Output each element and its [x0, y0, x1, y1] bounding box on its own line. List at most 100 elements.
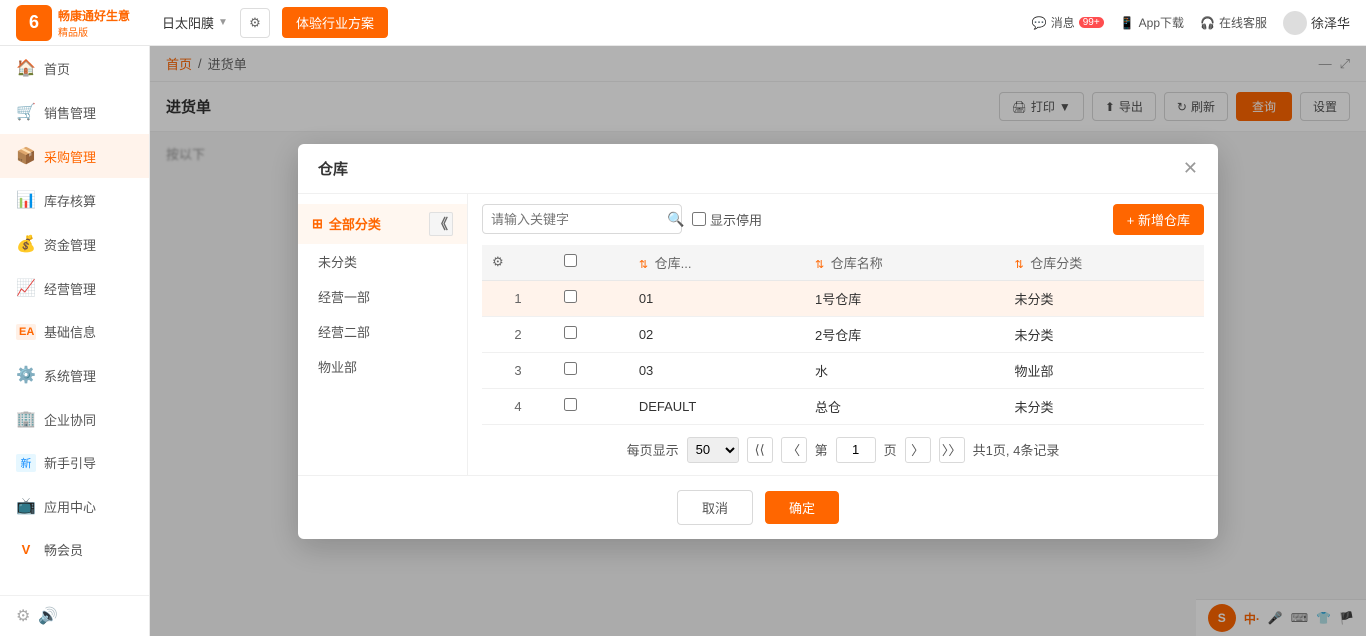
th-name[interactable]: ⇅ 仓库名称: [805, 245, 1005, 281]
volume-icon[interactable]: 🔊: [38, 606, 58, 626]
row-code-3: 03: [629, 352, 805, 388]
sidebar-label-home: 首页: [44, 59, 70, 78]
member-icon: V: [16, 542, 36, 557]
messages-button[interactable]: 💬 消息 99+: [1032, 14, 1104, 31]
sidebar-item-enterprise[interactable]: 🏢 企业协同: [0, 397, 149, 441]
th-code[interactable]: ⇅ 仓库...: [629, 245, 805, 281]
guide-icon: 新: [16, 454, 36, 472]
message-icon: 💬: [1032, 16, 1047, 30]
sidebar-item-guide[interactable]: 新 新手引导: [0, 441, 149, 484]
per-page-select[interactable]: 50 100: [687, 437, 739, 463]
sidebar-item-app[interactable]: 📺 应用中心: [0, 484, 149, 528]
table-row[interactable]: 2 02 2号仓库 未分类: [482, 316, 1204, 352]
table-row[interactable]: 3 03 水 物业部: [482, 352, 1204, 388]
sidebar: 🏠 首页 🛒 销售管理 📦 采购管理 📊 库存核算 💰 资金管理 📈 经营管理 …: [0, 46, 150, 636]
sidebar-label-inventory: 库存核算: [44, 191, 96, 210]
app-icon: 📱: [1120, 16, 1135, 30]
cat-item-unclassified[interactable]: 未分类: [298, 244, 467, 279]
row-check-2[interactable]: [554, 316, 629, 352]
row-category-2: 未分类: [1004, 316, 1204, 352]
row-num-2: 2: [482, 316, 554, 352]
sort-icon-code: ⇅: [639, 259, 648, 271]
settings-icon[interactable]: ⚙: [240, 8, 270, 38]
sidebar-item-sales[interactable]: 🛒 销售管理: [0, 90, 149, 134]
search-icon[interactable]: 🔍: [667, 211, 684, 228]
sidebar-item-home[interactable]: 🏠 首页: [0, 46, 149, 90]
search-box: 🔍: [482, 204, 682, 234]
sidebar-label-app: 应用中心: [44, 497, 96, 516]
row-name-3: 水: [805, 352, 1005, 388]
select-all-checkbox[interactable]: [564, 254, 577, 267]
finance-icon: 💰: [16, 234, 36, 254]
table-area: 🔍 显示停用 + 新增仓库: [468, 194, 1218, 475]
cat-item-dept1[interactable]: 经营一部: [298, 279, 467, 314]
app-label: App下载: [1139, 14, 1184, 31]
settings-bottom-icon[interactable]: ⚙: [16, 606, 30, 626]
collapse-button[interactable]: 《: [429, 212, 453, 236]
th-category[interactable]: ⇅ 仓库分类: [1004, 245, 1204, 281]
row-check-4[interactable]: [554, 388, 629, 424]
main-content: 首页 / 进货单 — ⤢ 进货单 🖨 打印 ▼ ⬆ 导出: [150, 46, 1366, 636]
sidebar-item-basic[interactable]: EA 基础信息: [0, 310, 149, 353]
last-page-button[interactable]: 〉〉: [939, 437, 965, 463]
sidebar-item-member[interactable]: V 畅会员: [0, 528, 149, 571]
purchase-icon: 📦: [16, 146, 36, 166]
show-disabled-checkbox[interactable]: [692, 212, 706, 226]
user-avatar-icon: [1283, 11, 1307, 35]
sidebar-label-enterprise: 企业协同: [44, 410, 96, 429]
trial-button[interactable]: 体验行业方案: [282, 7, 388, 38]
page-label: 第: [815, 440, 828, 459]
modal-close-button[interactable]: ✕: [1183, 158, 1198, 179]
row-category-1: 未分类: [1004, 280, 1204, 316]
all-categories-header[interactable]: ⊞ 全部分类 《: [298, 204, 467, 244]
row-name-1: 1号仓库: [805, 280, 1005, 316]
modal-footer: 取消 确定: [298, 475, 1218, 539]
table-row[interactable]: 4 DEFAULT 总仓 未分类: [482, 388, 1204, 424]
row-check-3[interactable]: [554, 352, 629, 388]
modal-overlay[interactable]: 仓库 ✕ ⊞ 全部分类 《 未分类 经营一部 经营二部: [150, 46, 1366, 636]
customer-service-button[interactable]: 🎧 在线客服: [1200, 14, 1267, 31]
per-page-label: 每页显示: [627, 440, 679, 459]
headset-icon: 🎧: [1200, 16, 1215, 30]
user-name: 徐泽华: [1311, 13, 1350, 32]
top-bar-right: 💬 消息 99+ 📱 App下载 🎧 在线客服 徐泽华: [1032, 11, 1350, 35]
user-menu[interactable]: 徐泽华: [1283, 11, 1350, 35]
enterprise-icon: 🏢: [16, 409, 36, 429]
cat-item-dept2[interactable]: 经营二部: [298, 314, 467, 349]
row-num-3: 3: [482, 352, 554, 388]
sidebar-item-inventory[interactable]: 📊 库存核算: [0, 178, 149, 222]
cancel-button[interactable]: 取消: [677, 490, 753, 525]
next-page-button[interactable]: 〉: [905, 437, 931, 463]
home-icon: 🏠: [16, 58, 36, 78]
sidebar-item-finance[interactable]: 💰 资金管理: [0, 222, 149, 266]
sidebar-item-operations[interactable]: 📈 经营管理: [0, 266, 149, 310]
sidebar-item-purchase[interactable]: 📦 采购管理: [0, 134, 149, 178]
table-header: ⚙ ⇅ 仓库... ⇅ 仓库名称: [482, 245, 1204, 281]
store-arrow-icon: ▼: [218, 17, 228, 28]
page-number-input[interactable]: [836, 437, 876, 463]
store-selector[interactable]: 日太阳膜 ▼: [162, 13, 228, 32]
table-row[interactable]: 1 01 1号仓库 未分类: [482, 280, 1204, 316]
sidebar-item-system[interactable]: ⚙️ 系统管理: [0, 353, 149, 397]
sidebar-label-system: 系统管理: [44, 366, 96, 385]
first-page-button[interactable]: ⟨⟨: [747, 437, 773, 463]
sidebar-label-sales: 销售管理: [44, 103, 96, 122]
logo-sub-text: 精品版: [58, 24, 130, 39]
row-name-4: 总仓: [805, 388, 1005, 424]
warehouse-table: ⚙ ⇅ 仓库... ⇅ 仓库名称: [482, 245, 1204, 425]
app-download-button[interactable]: 📱 App下载: [1120, 14, 1184, 31]
logo-main-text: 畅康通好生意: [58, 7, 130, 24]
operations-icon: 📈: [16, 278, 36, 298]
row-category-3: 物业部: [1004, 352, 1204, 388]
modal-header: 仓库 ✕: [298, 144, 1218, 194]
confirm-button[interactable]: 确定: [765, 491, 839, 524]
prev-page-button[interactable]: 〈: [781, 437, 807, 463]
sidebar-label-member: 畅会员: [44, 540, 83, 559]
row-check-1[interactable]: [554, 280, 629, 316]
cat-item-property[interactable]: 物业部: [298, 349, 467, 384]
search-input[interactable]: [491, 212, 667, 227]
add-warehouse-button[interactable]: + 新增仓库: [1113, 204, 1204, 235]
sidebar-label-basic: 基础信息: [44, 322, 96, 341]
modal-title: 仓库: [318, 158, 348, 179]
show-disabled-toggle[interactable]: 显示停用: [692, 210, 762, 229]
